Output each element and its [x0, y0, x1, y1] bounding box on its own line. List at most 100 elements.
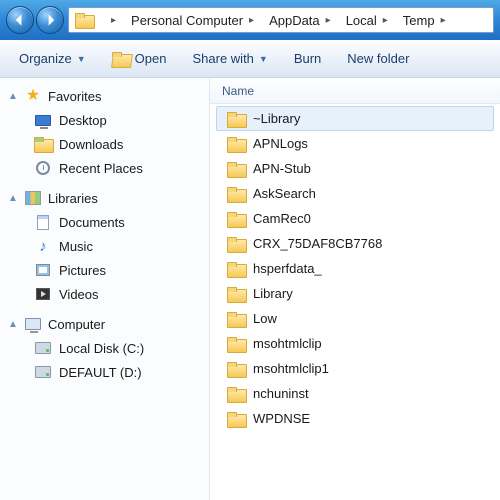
collapse-icon: ▲	[8, 319, 18, 330]
table-row[interactable]: WPDNSE	[216, 406, 494, 431]
breadcrumb-segment[interactable]: Local ▸	[338, 8, 395, 32]
forward-button[interactable]	[36, 6, 64, 34]
sidebar-item-label: Music	[59, 239, 93, 254]
chevron-down-icon: ▼	[259, 54, 268, 64]
table-row[interactable]: Low	[216, 306, 494, 331]
table-row[interactable]: APN-Stub	[216, 156, 494, 181]
sidebar-group-libraries[interactable]: ▲ Libraries	[6, 186, 209, 210]
new-folder-label: New folder	[347, 51, 409, 66]
libraries-label: Libraries	[48, 191, 98, 206]
file-name: APN-Stub	[253, 161, 311, 176]
sidebar-item-default-disk[interactable]: DEFAULT (D:)	[6, 360, 209, 384]
sidebar-item-label: Desktop	[59, 113, 107, 128]
collapse-icon: ▲	[8, 193, 18, 204]
file-name: Library	[253, 286, 293, 301]
folder-icon	[227, 287, 245, 301]
breadcrumb-label: Temp	[403, 13, 435, 28]
table-row[interactable]: CRX_75DAF8CB7768	[216, 231, 494, 256]
folder-icon	[227, 387, 245, 401]
sidebar-item-music[interactable]: ♪ Music	[6, 234, 209, 258]
breadcrumb-label: AppData	[269, 13, 320, 28]
share-button[interactable]: Share with ▼	[181, 45, 278, 72]
sidebar-item-label: Local Disk (C:)	[59, 341, 144, 356]
sidebar-item-label: Documents	[59, 215, 125, 230]
file-name: Low	[253, 311, 277, 326]
file-name: APNLogs	[253, 136, 308, 151]
sidebar-group-favorites[interactable]: ▲ ★ Favorites	[6, 84, 209, 108]
video-icon	[34, 286, 52, 302]
sidebar-item-local-disk[interactable]: Local Disk (C:)	[6, 336, 209, 360]
sidebar-item-pictures[interactable]: Pictures	[6, 258, 209, 282]
table-row[interactable]: msohtmlclip	[216, 331, 494, 356]
column-header-name[interactable]: Name	[210, 78, 500, 104]
toolbar: Organize ▼ Open Share with ▼ Burn New fo…	[0, 40, 500, 78]
sidebar-group-computer[interactable]: ▲ Computer	[6, 312, 209, 336]
file-name: hsperfdata_	[253, 261, 322, 276]
sidebar-item-videos[interactable]: Videos	[6, 282, 209, 306]
libraries-icon	[24, 190, 42, 206]
folder-icon	[227, 112, 245, 126]
downloads-icon	[34, 136, 52, 152]
sidebar-item-recent[interactable]: Recent Places	[6, 156, 209, 180]
computer-icon	[24, 316, 42, 332]
organize-label: Organize	[19, 51, 72, 66]
folder-icon	[73, 9, 95, 31]
file-name: AskSearch	[253, 186, 316, 201]
favorites-label: Favorites	[48, 89, 101, 104]
disk-icon	[34, 340, 52, 356]
desktop-icon	[34, 112, 52, 128]
sidebar-item-label: DEFAULT (D:)	[59, 365, 142, 380]
breadcrumb-chevron[interactable]: ▸	[97, 8, 123, 32]
chevron-right-icon: ▸	[249, 15, 254, 26]
sidebar-item-label: Downloads	[59, 137, 123, 152]
folder-icon	[227, 212, 245, 226]
table-row[interactable]: hsperfdata_	[216, 256, 494, 281]
table-row[interactable]: APNLogs	[216, 131, 494, 156]
chevron-right-icon: ▸	[441, 15, 446, 26]
table-row[interactable]: ~Library	[216, 106, 494, 131]
picture-icon	[34, 262, 52, 278]
breadcrumb-segment[interactable]: AppData ▸	[261, 8, 338, 32]
music-icon: ♪	[34, 238, 52, 254]
collapse-icon: ▲	[8, 91, 18, 102]
folder-icon	[227, 412, 245, 426]
table-row[interactable]: AskSearch	[216, 181, 494, 206]
chevron-right-icon: ▸	[383, 15, 388, 26]
breadcrumb[interactable]: ▸ Personal Computer ▸ AppData ▸ Local ▸ Temp ▸	[68, 7, 494, 33]
sidebar: ▲ ★ Favorites Desktop Downloads Recent P…	[0, 78, 210, 500]
new-folder-button[interactable]: New folder	[336, 45, 420, 72]
burn-label: Burn	[294, 51, 321, 66]
folder-icon	[227, 237, 245, 251]
open-button[interactable]: Open	[101, 45, 178, 72]
folder-open-icon	[112, 52, 130, 66]
share-label: Share with	[192, 51, 253, 66]
file-name: CamRec0	[253, 211, 311, 226]
breadcrumb-label: Local	[346, 13, 377, 28]
folder-icon	[227, 137, 245, 151]
sidebar-item-desktop[interactable]: Desktop	[6, 108, 209, 132]
table-row[interactable]: CamRec0	[216, 206, 494, 231]
sidebar-item-label: Recent Places	[59, 161, 143, 176]
back-button[interactable]	[6, 6, 34, 34]
chevron-right-icon: ▸	[326, 15, 331, 26]
sidebar-item-downloads[interactable]: Downloads	[6, 132, 209, 156]
clock-icon	[34, 160, 52, 176]
folder-icon	[227, 337, 245, 351]
burn-button[interactable]: Burn	[283, 45, 332, 72]
organize-button[interactable]: Organize ▼	[8, 45, 97, 72]
chevron-down-icon: ▼	[77, 54, 86, 64]
file-name: msohtmlclip	[253, 336, 322, 351]
sidebar-item-documents[interactable]: Documents	[6, 210, 209, 234]
table-row[interactable]: msohtmlclip1	[216, 356, 494, 381]
file-name: ~Library	[253, 111, 300, 126]
folder-icon	[227, 312, 245, 326]
breadcrumb-segment[interactable]: Personal Computer ▸	[123, 8, 261, 32]
address-bar: ▸ Personal Computer ▸ AppData ▸ Local ▸ Temp ▸	[0, 0, 500, 40]
folder-icon	[227, 262, 245, 276]
breadcrumb-segment[interactable]: Temp ▸	[395, 8, 453, 32]
computer-label: Computer	[48, 317, 105, 332]
column-header-label: Name	[222, 84, 254, 98]
table-row[interactable]: nchuninst	[216, 381, 494, 406]
table-row[interactable]: Library	[216, 281, 494, 306]
breadcrumb-label: Personal Computer	[131, 13, 243, 28]
